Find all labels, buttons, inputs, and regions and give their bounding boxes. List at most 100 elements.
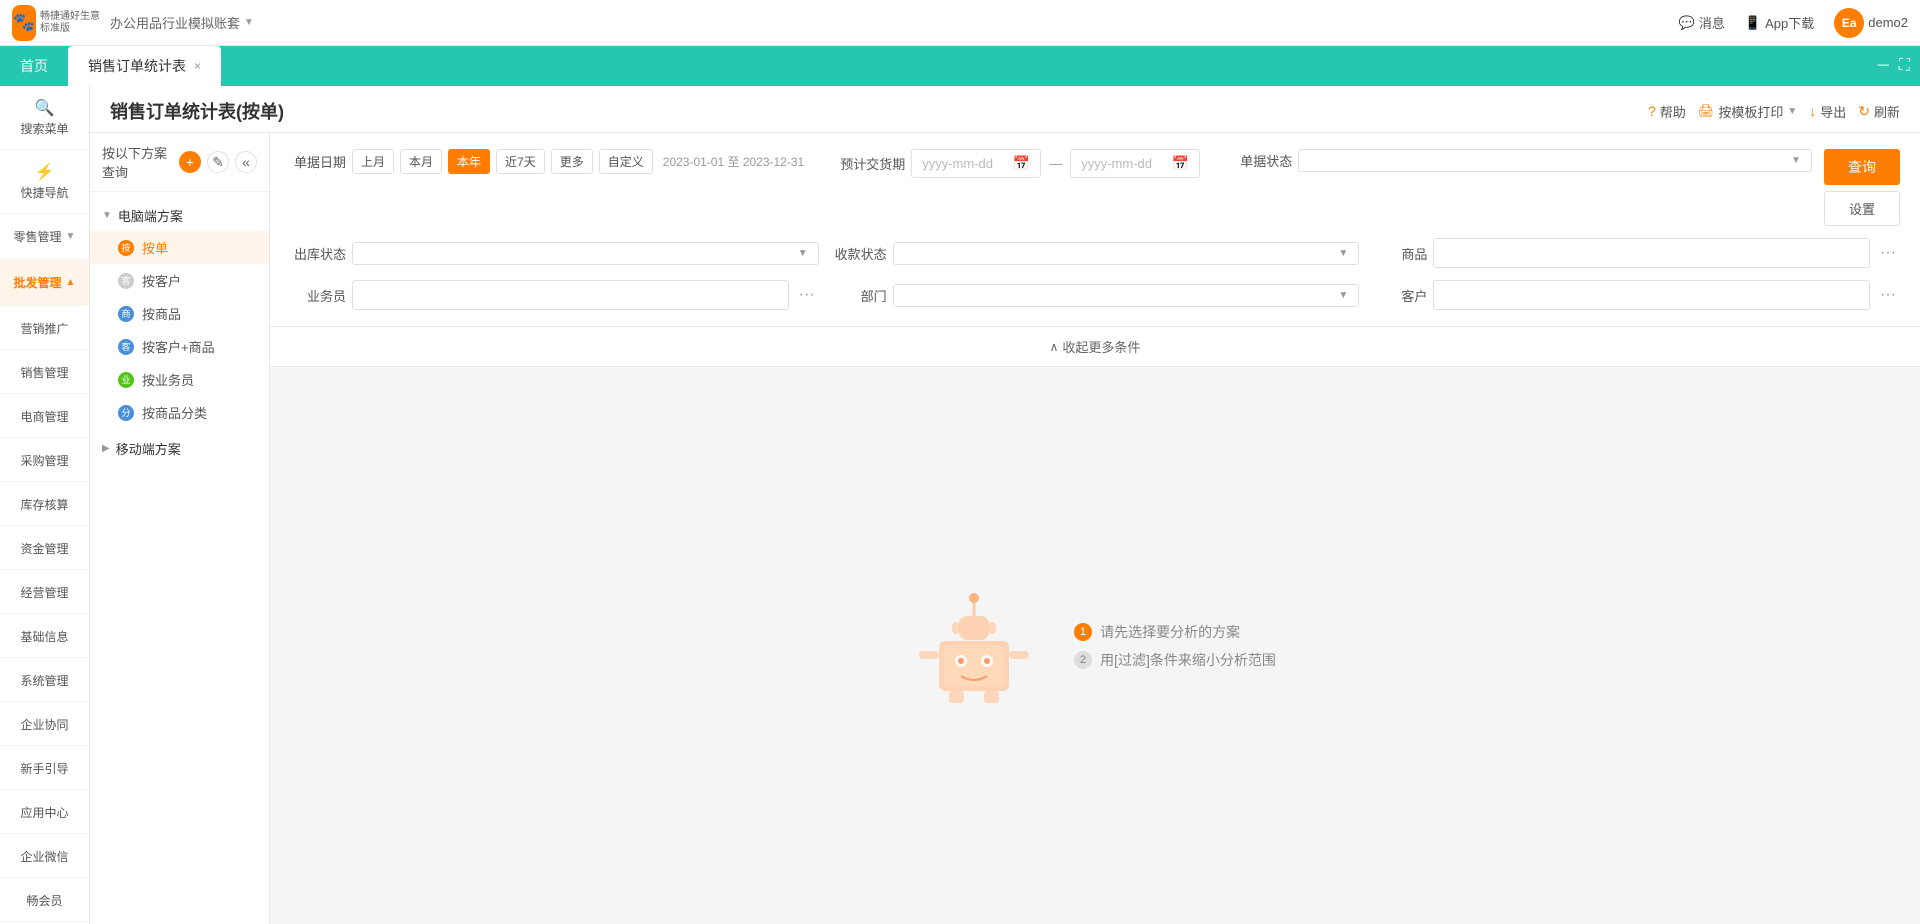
dept-select[interactable]: ▼ (893, 284, 1360, 307)
tip1-text: 请先选择要分析的方案 (1100, 622, 1240, 642)
minimize-icon[interactable]: ─ (1877, 57, 1888, 75)
tree-item-by-customer-goods[interactable]: 客 按客户+商品 (90, 330, 269, 363)
by-salesperson-icon: 业 (118, 372, 134, 388)
sidebar-collab-label: 企业协同 (0, 716, 89, 733)
edit-scheme-btn[interactable]: ✎ (207, 151, 229, 173)
collapse-bar[interactable]: ∧ 收起更多条件 (270, 327, 1920, 367)
receive-status-select[interactable]: ▼ (893, 242, 1360, 265)
left-panel-header: 按以下方案查询 + ✎ « (90, 133, 269, 192)
tree-item-by-salesperson[interactable]: 业 按业务员 (90, 363, 269, 396)
tip2-text: 用[过滤]条件来缩小分析范围 (1100, 650, 1276, 670)
expand-icon[interactable]: ⛶ (1899, 57, 1910, 75)
tree-item-by-customer[interactable]: 客 按客户 (90, 264, 269, 297)
tree-item-by-category[interactable]: 分 按商品分类 (90, 396, 269, 429)
sidebar-item-sales[interactable]: 销售管理 (0, 350, 89, 394)
date-separator: — (1049, 156, 1062, 171)
app-download-btn[interactable]: 📱 App下载 (1745, 13, 1814, 32)
help-btn[interactable]: ? 帮助 (1648, 102, 1686, 121)
sidebar-item-finance[interactable]: 资金管理 (0, 526, 89, 570)
left-panel: 按以下方案查询 + ✎ « ▼ 电脑端方案 按 (90, 133, 270, 924)
customer-dots[interactable]: ··· (1876, 286, 1900, 304)
sidebar-item-quicknav[interactable]: ⚡ 快捷导航 (0, 150, 89, 214)
print-btn[interactable]: 🖨 按模板打印 ▼ (1698, 102, 1797, 121)
goods-dots[interactable]: ··· (1876, 244, 1900, 262)
out-status-label: 出库状态 (290, 244, 346, 263)
breadcrumb-select[interactable]: 办公用品行业模拟账套 ▼ (110, 13, 254, 32)
sidebar-item-ecommerce[interactable]: 电商管理 (0, 394, 89, 438)
sidebar-ecommerce-label: 电商管理 (0, 408, 89, 425)
calendar-end-icon[interactable]: 📅 (1172, 155, 1189, 172)
sidebar-wholesale-arrow: ▲ (66, 277, 76, 288)
status-select[interactable]: ▼ (1298, 149, 1812, 172)
last-month-btn[interactable]: 上月 (352, 149, 394, 174)
sidebar-item-operations[interactable]: 经营管理 (0, 570, 89, 614)
salesperson-label: 业务员 (290, 286, 346, 305)
content-area: 销售订单统计表(按单) ? 帮助 🖨 按模板打印 ▼ ↓ 导出 ↻ 刷新 (90, 86, 1920, 924)
goods-input[interactable] (1433, 238, 1870, 268)
sidebar-item-marketing[interactable]: 营销推广 (0, 306, 89, 350)
sidebar-finance-label: 资金管理 (0, 540, 89, 557)
custom-date-btn[interactable]: 自定义 (599, 149, 653, 174)
by-salesperson-label: 按业务员 (142, 370, 194, 389)
tab-sales-stats[interactable]: 销售订单统计表 × (68, 46, 221, 86)
add-scheme-btn[interactable]: + (179, 151, 201, 173)
expected-date-start[interactable]: yyyy-mm-dd 📅 (911, 149, 1041, 178)
tree-group-pc-arrow: ▼ (102, 210, 112, 221)
by-order-label: 按单 (142, 238, 168, 257)
inner-layout: 按以下方案查询 + ✎ « ▼ 电脑端方案 按 (90, 133, 1920, 924)
message-btn[interactable]: 💬 消息 (1679, 13, 1725, 32)
collapse-panel-btn[interactable]: « (235, 151, 257, 173)
current-year-btn[interactable]: 本年 (448, 149, 490, 174)
tree-item-by-goods[interactable]: 商 按商品 (90, 297, 269, 330)
user-menu[interactable]: Ea demo2 (1834, 8, 1908, 38)
sidebar-item-newbie[interactable]: 新手引导 (0, 746, 89, 790)
sidebar-item-retail[interactable]: 零售管理 ▼ (0, 214, 89, 260)
tree-group-pc-header[interactable]: ▼ 电脑端方案 (90, 200, 269, 231)
expected-date-end[interactable]: yyyy-mm-dd 📅 (1070, 149, 1200, 178)
by-category-icon: 分 (118, 405, 134, 421)
tab-close-icon[interactable]: × (194, 59, 201, 73)
sidebar-item-wholesale[interactable]: 批发管理 ▲ (0, 260, 89, 306)
by-goods-icon: 商 (118, 306, 134, 322)
sidebar-wholesale-label: 批发管理 (14, 274, 62, 291)
calendar-start-icon[interactable]: 📅 (1013, 155, 1030, 172)
refresh-label: 刷新 (1874, 102, 1900, 121)
export-btn[interactable]: ↓ 导出 (1809, 102, 1846, 121)
out-status-select[interactable]: ▼ (352, 242, 819, 265)
collapse-icon: ∧ (1050, 340, 1059, 354)
sidebar-item-purchase[interactable]: 采购管理 (0, 438, 89, 482)
sidebar-quicknav-label: 快捷导航 (0, 184, 89, 201)
sidebar-wechat-label: 企业微信 (0, 848, 89, 865)
sidebar-item-member[interactable]: 畅会员 (0, 878, 89, 922)
sidebar-item-system[interactable]: 系统管理 (0, 658, 89, 702)
tab-home[interactable]: 首页 (0, 46, 68, 86)
sidebar-system-label: 系统管理 (0, 672, 89, 689)
tree-group-mobile-header[interactable]: ▶ 移动端方案 (90, 433, 269, 464)
sidebar-item-collab[interactable]: 企业协同 (0, 702, 89, 746)
salesperson-input[interactable] (352, 280, 789, 310)
tree-item-by-order[interactable]: 按 按单 (90, 231, 269, 264)
sidebar-item-search[interactable]: 🔍 搜索菜单 (0, 86, 89, 150)
sidebar-ops-label: 经营管理 (0, 584, 89, 601)
sidebar-newbie-label: 新手引导 (0, 760, 89, 777)
customer-input[interactable] (1433, 280, 1870, 310)
sidebar-item-basics[interactable]: 基础信息 (0, 614, 89, 658)
recent7-btn[interactable]: 近7天 (496, 149, 545, 174)
refresh-btn[interactable]: ↻ 刷新 (1858, 102, 1900, 121)
this-month-btn[interactable]: 本月 (400, 149, 442, 174)
right-content: 单据日期 上月 本月 本年 近7天 更多 自定义 2023-01-01 至 20… (270, 133, 1920, 924)
settings-btn[interactable]: 设置 (1824, 191, 1900, 226)
out-status-arrow: ▼ (798, 248, 808, 259)
sidebar: 🔍 搜索菜单 ⚡ 快捷导航 零售管理 ▼ 批发管理 ▲ 营销推广 销售管理 电商… (0, 86, 90, 924)
sidebar-item-inventory[interactable]: 库存核算 (0, 482, 89, 526)
logo-text: 畅捷通好生意 标准版 (40, 11, 102, 35)
query-btn[interactable]: 查询 (1824, 149, 1900, 185)
sidebar-item-wechat[interactable]: 企业微信 (0, 834, 89, 878)
by-order-icon: 按 (118, 240, 134, 256)
by-cg-icon: 客 (118, 339, 134, 355)
sidebar-item-appcenter[interactable]: 应用中心 (0, 790, 89, 834)
salesperson-dots[interactable]: ··· (795, 286, 819, 304)
more-date-btn[interactable]: 更多 (551, 149, 593, 174)
avatar: Ea (1834, 8, 1864, 38)
receive-status-arrow: ▼ (1338, 248, 1348, 259)
